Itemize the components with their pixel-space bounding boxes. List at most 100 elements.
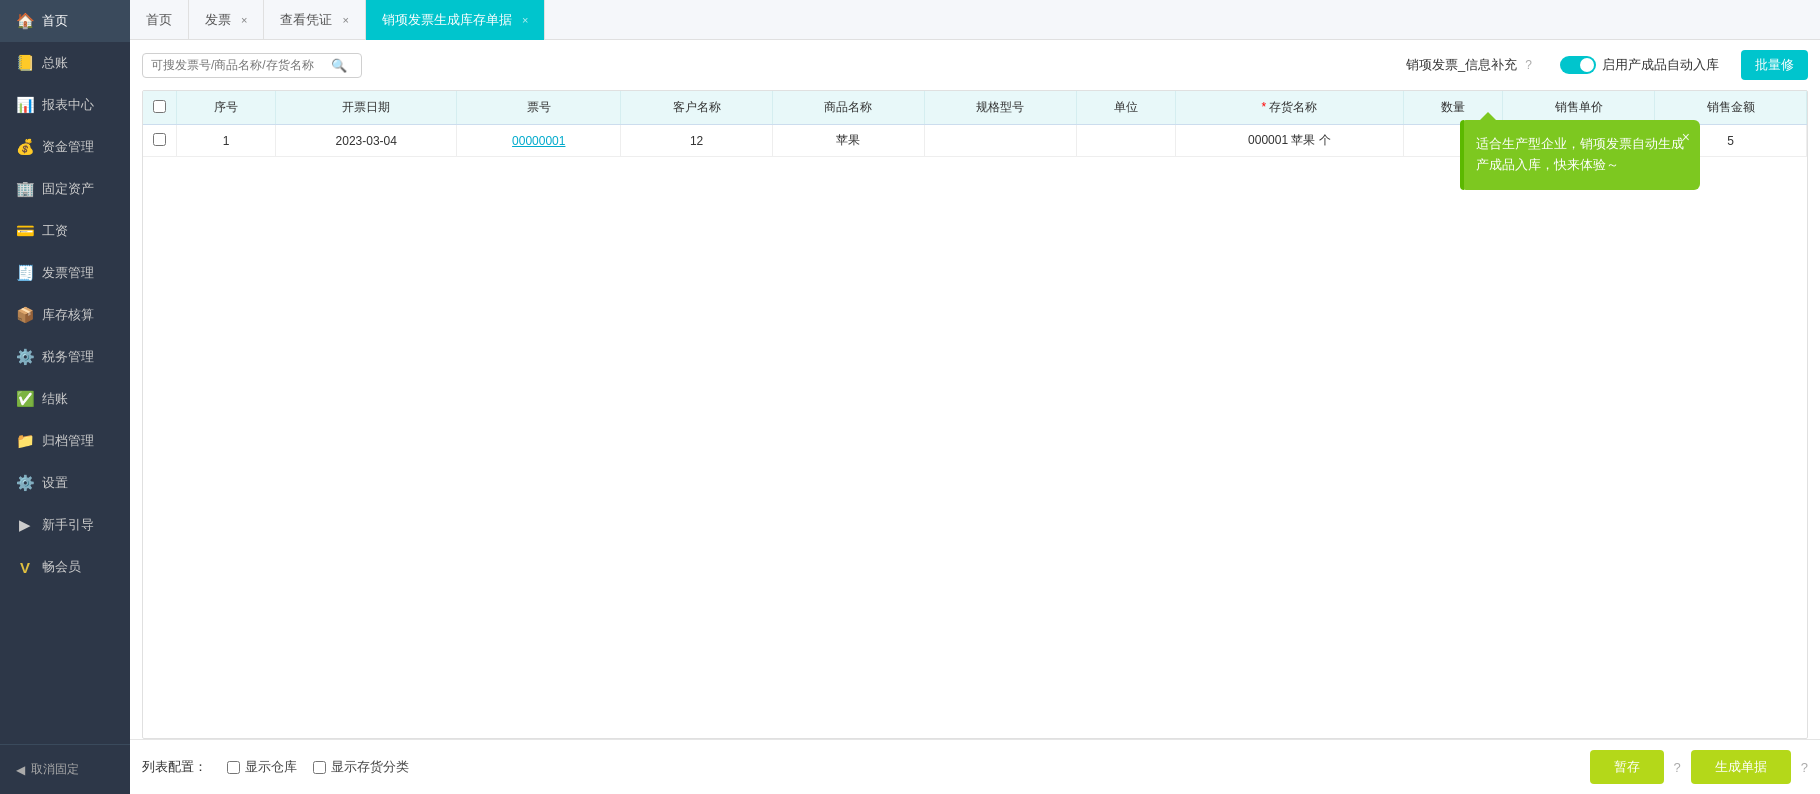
sidebar: 🏠 首页 📒 总账 📊 报表中心 💰 资金管理 🏢 固定资产 💳 工资 🧾 发票… (0, 0, 130, 794)
batch-button[interactable]: 批量修 (1741, 50, 1808, 80)
footer-config-label: 列表配置： (142, 758, 207, 776)
tab-voucher-label: 查看凭证 (280, 11, 332, 29)
sidebar-item-label: 资金管理 (42, 138, 94, 156)
funds-icon: 💰 (16, 138, 34, 156)
sidebar-item-label: 税务管理 (42, 348, 94, 366)
sidebar-item-funds[interactable]: 💰 资金管理 (0, 126, 130, 168)
reports-icon: 📊 (16, 96, 34, 114)
sidebar-item-inventory[interactable]: 📦 库存核算 (0, 294, 130, 336)
tooltip-left-bar (1460, 120, 1464, 190)
invoice-no-link[interactable]: 00000001 (512, 134, 565, 148)
select-all-checkbox[interactable] (153, 100, 166, 113)
tab-stock[interactable]: 销项发票生成库存单据 × (366, 0, 545, 40)
save-button[interactable]: 暂存 (1590, 750, 1664, 784)
tab-invoice[interactable]: 发票 × (189, 0, 264, 40)
sidebar-item-label: 设置 (42, 474, 68, 492)
sidebar-item-home[interactable]: 🏠 首页 (0, 0, 130, 42)
sidebar-item-guide[interactable]: ▶ 新手引导 (0, 504, 130, 546)
col-no: 票号 (457, 91, 621, 125)
footer: 列表配置： 显示仓库 显示存货分类 暂存 ? 生成单据 ? (130, 739, 1820, 794)
row-stock-name: 000001 苹果 个 (1175, 125, 1403, 157)
inventory-icon: 📦 (16, 306, 34, 324)
info-label: 销项发票_信息补充 (1406, 56, 1517, 74)
show-warehouse-label: 显示仓库 (245, 758, 297, 776)
main-area: 首页 发票 × 查看凭证 × 销项发票生成库存单据 × 🔍 销项发票_信息补充 … (130, 0, 1820, 794)
info-help-icon[interactable]: ? (1525, 58, 1532, 72)
tab-invoice-close[interactable]: × (241, 14, 247, 26)
sidebar-item-label: 归档管理 (42, 432, 94, 450)
toggle-wrap: 启用产成品自动入库 (1560, 56, 1719, 74)
sidebar-item-member[interactable]: V 畅会员 (0, 546, 130, 588)
pin-label: 取消固定 (31, 761, 79, 778)
ledger-icon: 📒 (16, 54, 34, 72)
pin-button[interactable]: ◀ 取消固定 (0, 753, 130, 786)
sidebar-item-invoice[interactable]: 🧾 发票管理 (0, 252, 130, 294)
col-unit: 单位 (1076, 91, 1175, 125)
guide-icon: ▶ (16, 516, 34, 534)
tab-voucher-close[interactable]: × (342, 14, 348, 26)
col-stock-name: * 存货名称 (1175, 91, 1403, 125)
sidebar-item-assets[interactable]: 🏢 固定资产 (0, 168, 130, 210)
footer-buttons: 暂存 ? 生成单据 ? (1590, 750, 1808, 784)
generate-button[interactable]: 生成单据 (1691, 750, 1791, 784)
tooltip-popup: × 适合生产型企业，销项发票自动生成产成品入库，快来体验～ (1460, 120, 1700, 190)
tab-home-label: 首页 (146, 11, 172, 29)
sidebar-item-tax[interactable]: ⚙️ 税务管理 (0, 336, 130, 378)
show-category-wrap: 显示存货分类 (313, 758, 409, 776)
row-product: 苹果 (773, 125, 925, 157)
sidebar-item-label: 结账 (42, 390, 68, 408)
archive-icon: 📁 (16, 432, 34, 450)
search-bar: 🔍 销项发票_信息补充 ? 启用产成品自动入库 批量修 (142, 50, 1808, 80)
sidebar-item-label: 新手引导 (42, 516, 94, 534)
home-icon: 🏠 (16, 12, 34, 30)
row-checkbox[interactable] (153, 133, 166, 146)
col-date: 开票日期 (276, 91, 457, 125)
tab-home[interactable]: 首页 (130, 0, 189, 40)
show-category-checkbox[interactable] (313, 761, 326, 774)
sidebar-item-ledger[interactable]: 📒 总账 (0, 42, 130, 84)
show-warehouse-checkbox[interactable] (227, 761, 240, 774)
tab-bar: 首页 发票 × 查看凭证 × 销项发票生成库存单据 × (130, 0, 1820, 40)
sidebar-item-label: 发票管理 (42, 264, 94, 282)
sidebar-item-salary[interactable]: 💳 工资 (0, 210, 130, 252)
member-icon: V (16, 559, 34, 576)
search-icon: 🔍 (331, 58, 347, 73)
row-date: 2023-03-04 (276, 125, 457, 157)
col-checkbox (143, 91, 177, 125)
sidebar-item-archive[interactable]: 📁 归档管理 (0, 420, 130, 462)
row-no: 00000001 (457, 125, 621, 157)
tooltip-close-button[interactable]: × (1682, 126, 1690, 148)
tab-invoice-label: 发票 (205, 11, 231, 29)
sidebar-item-label: 报表中心 (42, 96, 94, 114)
assets-icon: 🏢 (16, 180, 34, 198)
sidebar-item-reports[interactable]: 📊 报表中心 (0, 84, 130, 126)
generate-help-icon[interactable]: ? (1801, 760, 1808, 775)
invoice-icon: 🧾 (16, 264, 34, 282)
col-product: 商品名称 (773, 91, 925, 125)
show-category-label: 显示存货分类 (331, 758, 409, 776)
sidebar-item-settle[interactable]: ✅ 结账 (0, 378, 130, 420)
row-customer: 12 (621, 125, 773, 157)
tab-voucher[interactable]: 查看凭证 × (264, 0, 365, 40)
show-warehouse-wrap: 显示仓库 (227, 758, 297, 776)
row-seq: 1 (177, 125, 276, 157)
settings-icon: ⚙️ (16, 474, 34, 492)
col-customer: 客户名称 (621, 91, 773, 125)
search-input-wrap[interactable]: 🔍 (142, 53, 362, 78)
settle-icon: ✅ (16, 390, 34, 408)
sidebar-item-label: 总账 (42, 54, 68, 72)
row-spec (924, 125, 1076, 157)
auto-stock-toggle[interactable] (1560, 56, 1596, 74)
toggle-label: 启用产成品自动入库 (1602, 56, 1719, 74)
sidebar-item-settings[interactable]: ⚙️ 设置 (0, 462, 130, 504)
sidebar-bottom: ◀ 取消固定 (0, 744, 130, 794)
save-help-icon[interactable]: ? (1674, 760, 1681, 775)
tab-stock-close[interactable]: × (522, 14, 528, 26)
row-checkbox-cell (143, 125, 177, 157)
col-seq: 序号 (177, 91, 276, 125)
info-section: 销项发票_信息补充 ? 启用产成品自动入库 批量修 (1406, 50, 1808, 80)
pin-icon: ◀ (16, 763, 25, 777)
sidebar-item-label: 工资 (42, 222, 68, 240)
search-input[interactable] (151, 58, 331, 72)
sidebar-item-label: 畅会员 (42, 558, 81, 576)
